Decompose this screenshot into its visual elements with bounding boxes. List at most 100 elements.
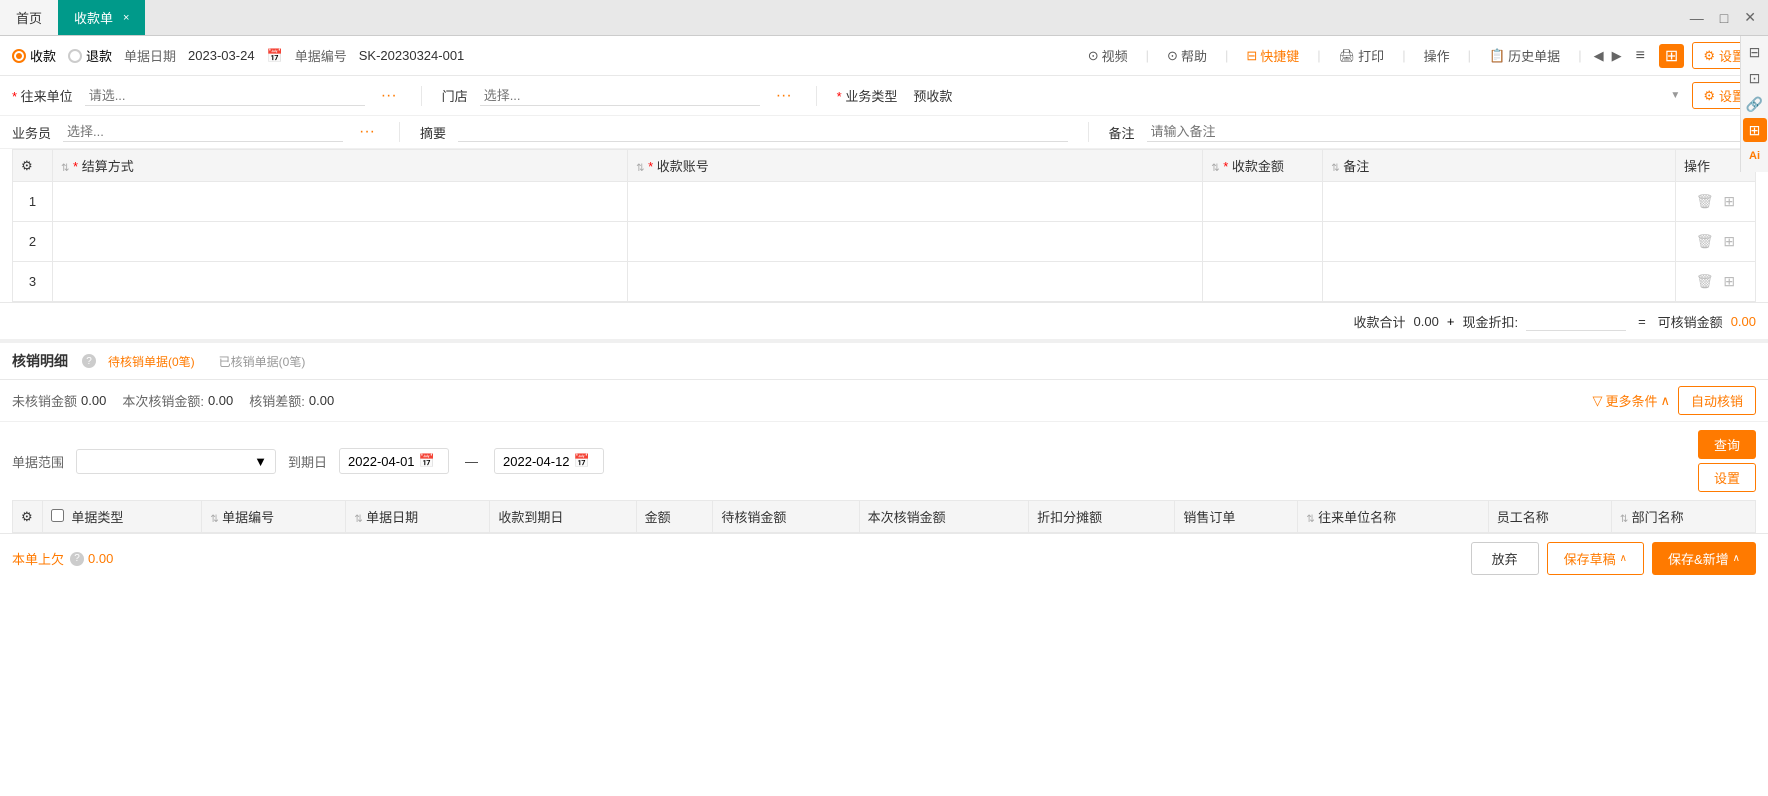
- radio-receipt-dot: [12, 49, 26, 63]
- col-amount-label: 收款金额: [1223, 159, 1284, 174]
- salesperson-input[interactable]: [63, 122, 343, 142]
- main-content: 收款 退款 单据日期 2023-03-24 📅 单据编号 SK-20230324…: [0, 36, 1768, 796]
- checkbox-header[interactable]: ⚙: [13, 501, 43, 533]
- more-conditions-button[interactable]: ▽ 更多条件 ∧: [1592, 391, 1670, 410]
- partner-input[interactable]: [85, 86, 365, 106]
- footer-info-icon[interactable]: ?: [70, 552, 84, 566]
- date-from-icon[interactable]: 📅: [419, 453, 435, 469]
- row-2-account[interactable]: [628, 222, 1203, 262]
- store-more-button[interactable]: ···: [772, 87, 796, 105]
- row-2-settlement[interactable]: [53, 222, 628, 262]
- sidebar-icon-2[interactable]: ⊡: [1743, 66, 1767, 90]
- save-draft-button[interactable]: 保存草稿 ∧: [1547, 542, 1644, 575]
- minimize-button[interactable]: —: [1686, 8, 1708, 28]
- row-1-delete-icon[interactable]: 🗑: [1696, 193, 1714, 209]
- more-conditions-chevron: ∧: [1660, 393, 1670, 409]
- save-draft-chevron: ∧: [1620, 553, 1627, 564]
- col-number-header: ⇅ 单据编号: [202, 501, 346, 533]
- date-value[interactable]: 2023-03-24: [188, 48, 255, 63]
- operation-button[interactable]: 操作: [1418, 44, 1456, 67]
- filter-row: 单据范围 ▼ 到期日 2022-04-01 📅 — 2022-04-12 📅 查…: [0, 422, 1768, 500]
- date-to-icon[interactable]: 📅: [574, 453, 590, 469]
- row-1-copy-icon[interactable]: ⊞: [1723, 193, 1735, 209]
- row-3-remark[interactable]: [1323, 262, 1676, 302]
- uncancelled-label: 未核销金额: [12, 391, 77, 410]
- layout-list-button[interactable]: ≡: [1630, 45, 1651, 67]
- tab-pending[interactable]: 待核销单据(0笔): [108, 353, 195, 370]
- remark-input[interactable]: [1147, 122, 1756, 142]
- print-button[interactable]: 🖨 打印: [1333, 44, 1391, 67]
- equals-sign: =: [1638, 314, 1646, 329]
- help-button[interactable]: ⊙ 帮助: [1161, 44, 1213, 67]
- layout-grid-button[interactable]: ⊞: [1659, 44, 1684, 68]
- radio-refund[interactable]: 退款: [68, 46, 112, 65]
- filter-actions: 查询 设置: [1698, 430, 1756, 492]
- business-type-chevron[interactable]: ▼: [1670, 90, 1680, 101]
- history-icon: 📋: [1489, 48, 1505, 64]
- query-button[interactable]: 查询: [1698, 430, 1756, 459]
- date-to-input[interactable]: 2022-04-12 📅: [494, 448, 604, 474]
- row-3-settlement[interactable]: [53, 262, 628, 302]
- col-employee-header: 员工名称: [1488, 501, 1611, 533]
- row-1-amount[interactable]: [1203, 182, 1323, 222]
- radio-receipt[interactable]: 收款: [12, 46, 56, 65]
- nuclear-info-icon[interactable]: ?: [82, 354, 96, 368]
- row-1-settlement[interactable]: [53, 182, 628, 222]
- nuclear-stats: 未核销金额 0.00 本次核销金额: 0.00 核销差额: 0.00 ▽ 更多条…: [0, 380, 1768, 422]
- col-this-header: 本次核销金额: [859, 501, 1028, 533]
- table-gear-header[interactable]: ⚙: [13, 150, 53, 182]
- col-dept-header: ⇅ 部门名称: [1611, 501, 1755, 533]
- select-all-checkbox[interactable]: [51, 509, 64, 522]
- partner-more-button[interactable]: ···: [377, 87, 401, 105]
- close-button[interactable]: ✕: [1740, 7, 1760, 28]
- row-3-copy-icon[interactable]: ⊞: [1723, 273, 1735, 289]
- nav-left-icon[interactable]: ◀: [1594, 48, 1604, 64]
- store-input[interactable]: [480, 86, 760, 106]
- sidebar-icon-4[interactable]: ⊞: [1743, 118, 1767, 142]
- col-partner-header: ⇅ 往来单位名称: [1298, 501, 1488, 533]
- business-type-label: 业务类型: [837, 86, 898, 105]
- row-2-copy-icon[interactable]: ⊞: [1723, 233, 1735, 249]
- save-new-button[interactable]: 保存&新增 ∧: [1652, 542, 1756, 575]
- tab-home[interactable]: 首页: [0, 0, 58, 35]
- help-icon: ⊙: [1167, 48, 1178, 64]
- row-3-delete-icon[interactable]: 🗑: [1696, 273, 1714, 289]
- tab-done[interactable]: 已核销单据(0笔): [219, 353, 306, 370]
- range-select[interactable]: ▼: [76, 449, 276, 474]
- history-button[interactable]: 📋 历史单据: [1483, 44, 1566, 67]
- col-sales-header: 销售订单: [1175, 501, 1298, 533]
- table-gear-icon: ⚙: [21, 158, 33, 173]
- sidebar-ai-button[interactable]: Ai: [1743, 144, 1767, 168]
- auto-cancel-button[interactable]: 自动核销: [1678, 386, 1756, 415]
- row-3-account[interactable]: [628, 262, 1203, 302]
- sidebar-icon-3[interactable]: 🔗: [1743, 92, 1767, 116]
- salesperson-more-button[interactable]: ···: [355, 123, 379, 141]
- sidebar-icon-1[interactable]: ⊟: [1743, 40, 1767, 64]
- shortcut-icon: ⊟: [1246, 48, 1257, 64]
- maximize-button[interactable]: □: [1716, 8, 1732, 28]
- table-row: 2 🗑 ⊞: [13, 222, 1756, 262]
- abandon-button[interactable]: 放弃: [1471, 542, 1539, 575]
- date-from-input[interactable]: 2022-04-01 📅: [339, 448, 449, 474]
- tab-receipt[interactable]: 收款单 ×: [58, 0, 145, 35]
- shortcut-button[interactable]: ⊟ 快捷键: [1240, 44, 1305, 67]
- row-2-delete-icon[interactable]: 🗑: [1696, 233, 1714, 249]
- business-type-value[interactable]: 预收款: [909, 84, 1658, 107]
- row-1-remark[interactable]: [1323, 182, 1676, 222]
- receipt-type-radio: 收款 退款: [12, 46, 112, 65]
- row-2-amount[interactable]: [1203, 222, 1323, 262]
- discount-input[interactable]: [1526, 311, 1626, 331]
- due-label: 到期日: [288, 452, 327, 471]
- settings-filter-button[interactable]: 设置: [1698, 463, 1756, 492]
- plus-sign: +: [1447, 314, 1455, 329]
- row-1-account[interactable]: [628, 182, 1203, 222]
- tab-close-icon[interactable]: ×: [123, 12, 129, 24]
- nav-right-icon[interactable]: ▶: [1612, 48, 1622, 64]
- calendar-icon[interactable]: 📅: [267, 48, 283, 64]
- summary-input[interactable]: [458, 122, 1067, 142]
- row-3-amount[interactable]: [1203, 262, 1323, 302]
- table-gear-bottom[interactable]: ⚙: [21, 509, 33, 524]
- save-draft-label: 保存草稿: [1564, 549, 1616, 568]
- video-button[interactable]: ⊙ 视频: [1082, 44, 1134, 67]
- row-2-remark[interactable]: [1323, 222, 1676, 262]
